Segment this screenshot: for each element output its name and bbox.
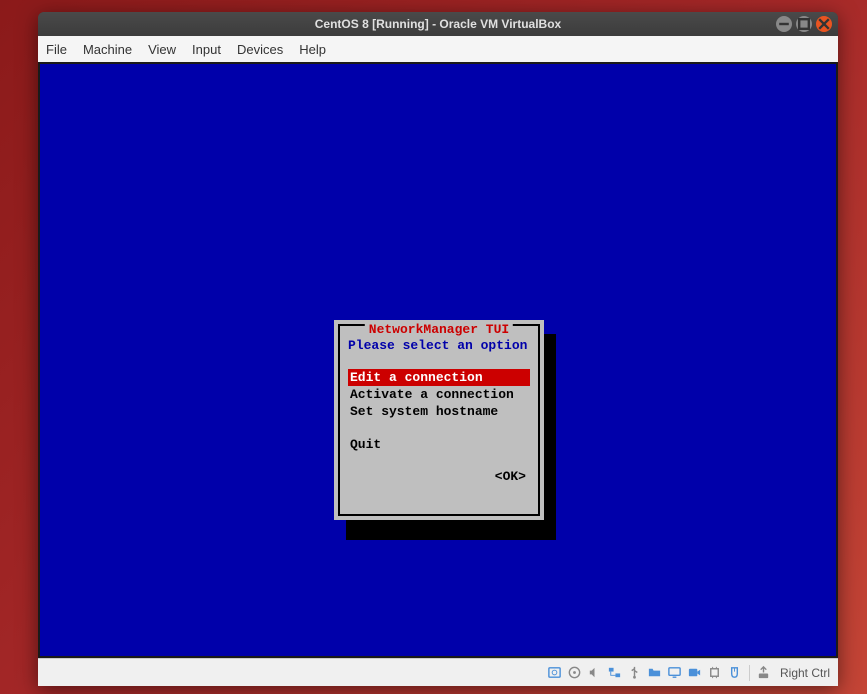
nmtui-dialog: NetworkManager TUI Please select an opti…	[334, 320, 544, 520]
processor-icon[interactable]	[707, 665, 723, 681]
harddisk-icon[interactable]	[547, 665, 563, 681]
menu-devices[interactable]: Devices	[237, 42, 283, 57]
network-icon[interactable]	[607, 665, 623, 681]
audio-icon[interactable]	[587, 665, 603, 681]
status-separator	[749, 665, 750, 681]
titlebar[interactable]: CentOS 8 [Running] - Oracle VM VirtualBo…	[38, 12, 838, 36]
mouse-integration-icon[interactable]	[727, 665, 743, 681]
dialog-border: NetworkManager TUI	[338, 324, 540, 516]
maximize-button[interactable]	[796, 16, 812, 32]
window-controls	[776, 16, 832, 32]
menu-file[interactable]: File	[46, 42, 67, 57]
shared-folders-icon[interactable]	[647, 665, 663, 681]
usb-icon[interactable]	[627, 665, 643, 681]
recording-icon[interactable]	[687, 665, 703, 681]
optical-icon[interactable]	[567, 665, 583, 681]
host-key-label: Right Ctrl	[780, 666, 830, 680]
menu-machine[interactable]: Machine	[83, 42, 132, 57]
display-icon[interactable]	[667, 665, 683, 681]
guest-console[interactable]: NetworkManager TUI Please select an opti…	[40, 64, 836, 656]
close-button[interactable]	[816, 16, 832, 32]
menu-input[interactable]: Input	[192, 42, 221, 57]
menubar: File Machine View Input Devices Help	[38, 36, 838, 62]
minimize-button[interactable]	[776, 16, 792, 32]
menu-help[interactable]: Help	[299, 42, 326, 57]
window-title: CentOS 8 [Running] - Oracle VM VirtualBo…	[315, 17, 561, 31]
virtualbox-window: CentOS 8 [Running] - Oracle VM VirtualBo…	[38, 12, 838, 686]
dialog-title: NetworkManager TUI	[365, 322, 513, 337]
vm-display-area[interactable]: NetworkManager TUI Please select an opti…	[38, 62, 838, 658]
keyboard-icon[interactable]	[756, 665, 772, 681]
statusbar: Right Ctrl	[38, 658, 838, 686]
menu-view[interactable]: View	[148, 42, 176, 57]
